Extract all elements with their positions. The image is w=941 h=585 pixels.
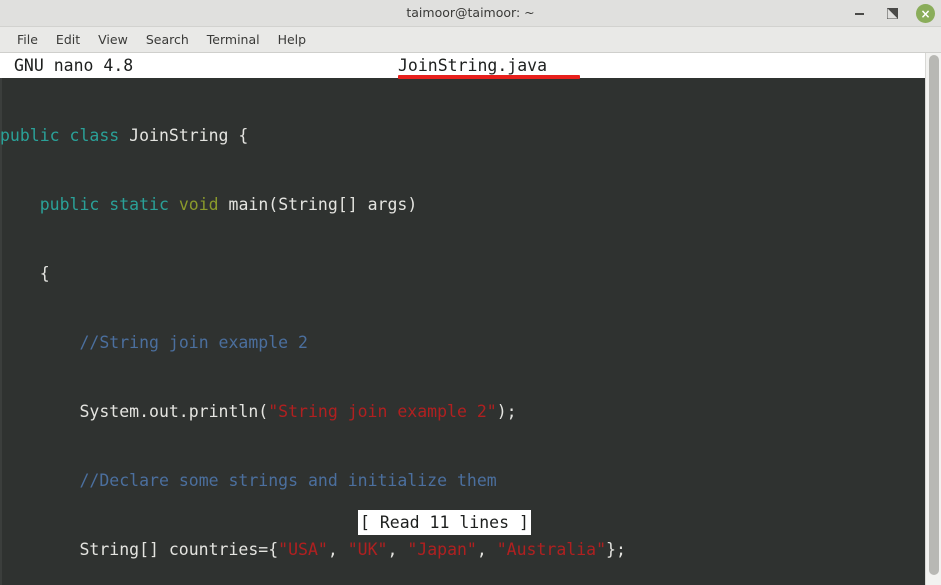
menu-item-help[interactable]: Help (269, 30, 316, 49)
code-editor-area[interactable]: public class JoinString { public static … (0, 78, 925, 585)
nano-help-bar: [ Read 11 lines ] ^GGet Help ^OWrite Out… (0, 510, 925, 585)
scrollbar-thumb[interactable] (929, 55, 939, 575)
minimize-icon[interactable] (850, 4, 869, 23)
code-line: //Declare some strings and initialize th… (79, 471, 497, 490)
code-line: //String join example 2 (79, 333, 308, 352)
terminal-window: taimoor@taimoor: ~ × File Edit View Sear… (0, 0, 941, 585)
close-icon[interactable]: × (916, 4, 935, 23)
terminal-content[interactable]: GNU nano 4.8 JoinString.java public clas… (0, 53, 941, 585)
menu-item-edit[interactable]: Edit (47, 30, 89, 49)
shortcut-rows: ^GGet Help ^OWrite Out ^WWhere Is ^KCut … (0, 535, 925, 585)
code-line: System.out.println("String join example … (0, 402, 517, 421)
status-message: [ Read 11 lines ] (358, 510, 531, 535)
code-line: public static void main(String[] args) (39, 195, 418, 214)
nano-version-label: GNU nano 4.8 (14, 56, 134, 75)
vertical-scrollbar[interactable] (925, 53, 941, 585)
menu-item-terminal[interactable]: Terminal (198, 30, 269, 49)
maximize-icon[interactable] (883, 4, 902, 23)
menu-bar: File Edit View Search Terminal Help (0, 27, 941, 53)
menu-item-search[interactable]: Search (137, 30, 198, 49)
code-line: { (0, 264, 50, 283)
window-title: taimoor@taimoor: ~ (406, 5, 535, 20)
window-titlebar: taimoor@taimoor: ~ × (0, 0, 941, 27)
menu-item-view[interactable]: View (89, 30, 137, 49)
code-line: public class JoinString { (0, 126, 249, 145)
menu-item-file[interactable]: File (8, 30, 47, 49)
window-controls: × (850, 0, 935, 27)
